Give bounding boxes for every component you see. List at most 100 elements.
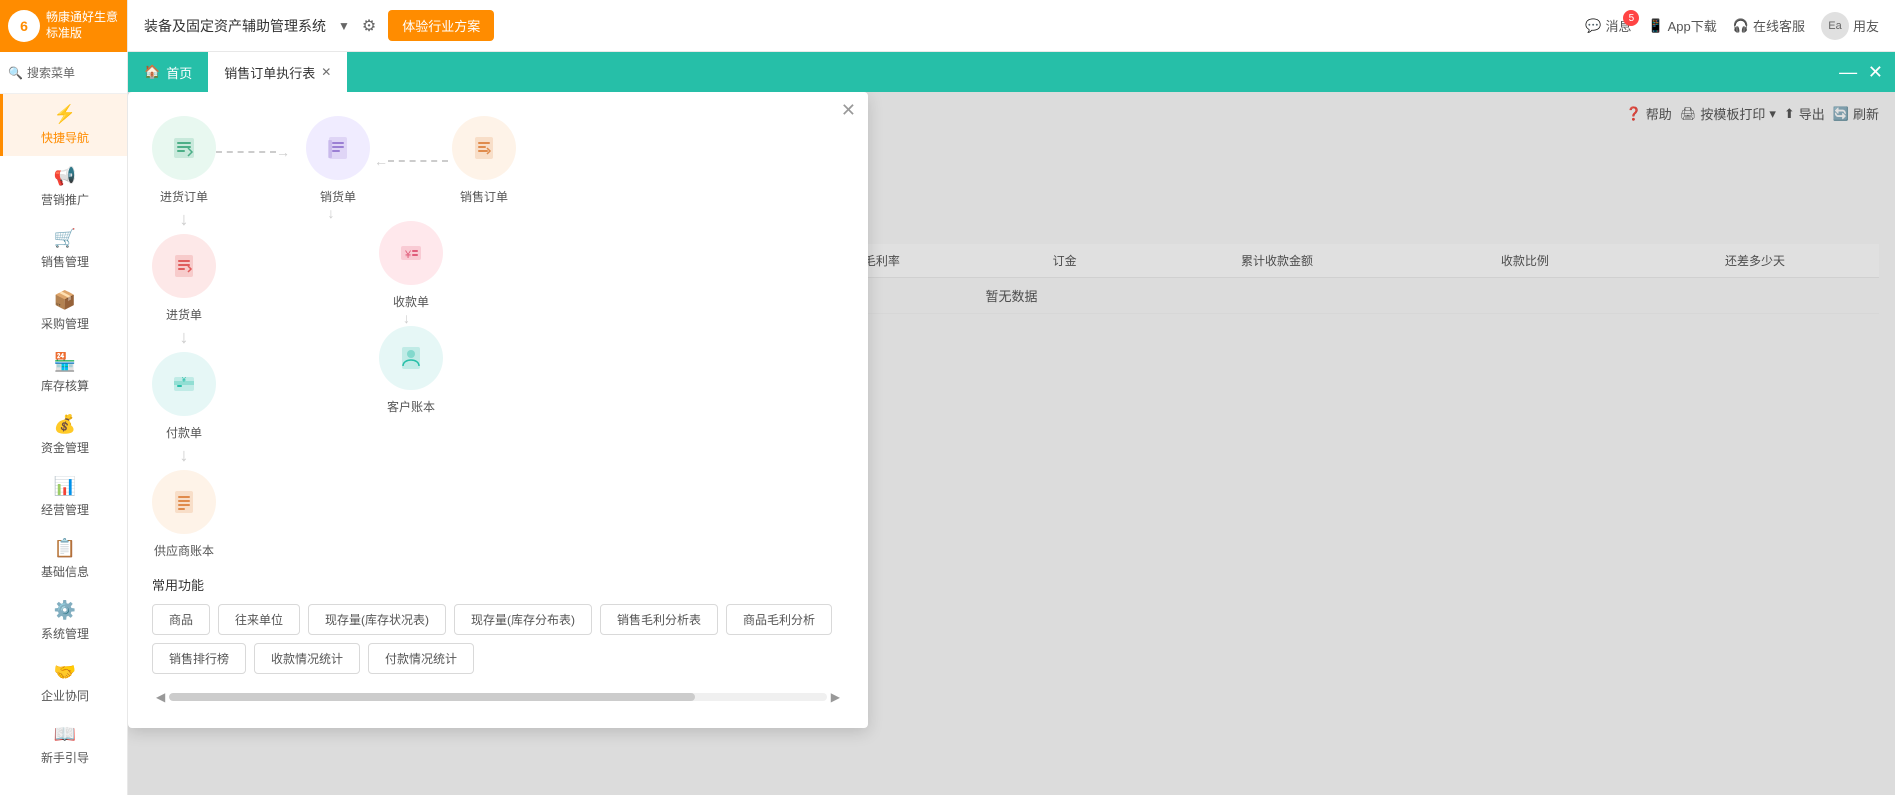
gear-icon[interactable]: ⚙ bbox=[362, 16, 376, 36]
btn-sales-ranking[interactable]: 销售排行榜 bbox=[152, 643, 246, 674]
marketing-icon: 📢 bbox=[54, 166, 76, 187]
content-area: ❓ 帮助 🖨 按模板打印 ▾ ⬆ 导出 🔄 刷新 bbox=[128, 92, 1895, 795]
flow-node-customer-account[interactable]: 客户账本 bbox=[379, 326, 443, 415]
receipt-icon: ¥ bbox=[379, 221, 443, 285]
btn-product[interactable]: 商品 bbox=[152, 604, 210, 635]
system-title: 装备及固定资产辅助管理系统 bbox=[144, 16, 326, 36]
customer-account-icon bbox=[379, 326, 443, 390]
download-icon: 📱 bbox=[1647, 18, 1663, 34]
app-download-button[interactable]: 📱 App下载 bbox=[1647, 16, 1716, 35]
purchase-order-icon bbox=[152, 116, 216, 180]
payment-icon: ¥ bbox=[152, 352, 216, 416]
common-buttons-row-1: 商品 往来单位 现存量(库存状况表) 现存量(库存分布表) 销售毛利分析表 商品… bbox=[152, 604, 844, 635]
window-close-icon[interactable]: ✕ bbox=[1868, 62, 1883, 82]
search-icon: 🔍 bbox=[8, 66, 23, 80]
scroll-track[interactable] bbox=[169, 693, 827, 701]
flow-node-purchase-order[interactable]: 进货订单 bbox=[152, 116, 216, 205]
panel-close-button[interactable]: ✕ bbox=[841, 100, 856, 121]
basic-info-icon: 📋 bbox=[54, 538, 76, 559]
sales-icon: 🛒 bbox=[54, 228, 76, 249]
sidebar-logo[interactable]: 6 畅康通好生意 标准版 bbox=[0, 0, 127, 52]
svg-text:¥: ¥ bbox=[182, 377, 186, 384]
sidebar-item-basic-info[interactable]: 📋 基础信息 bbox=[0, 528, 127, 590]
topbar-right: 💬 消息 5 📱 App下载 🎧 在线客服 Ea 用友 bbox=[1585, 12, 1879, 40]
arrow-down-3: ↓ bbox=[180, 445, 189, 466]
arrow-down-sales-row: ↓ bbox=[290, 205, 532, 221]
flow-node-supplier-account[interactable]: 供应商账本 bbox=[152, 470, 216, 559]
tab-close-icon[interactable]: ✕ bbox=[321, 65, 331, 79]
tab-sales-order[interactable]: 销售订单执行表 ✕ bbox=[208, 52, 347, 92]
purchase-icon: 📦 bbox=[54, 290, 76, 311]
sidebar-nav: ⚡ 快捷导航 📢 营销推广 🛒 销售管理 📦 采购管理 🏪 库存核算 💰 bbox=[0, 94, 127, 795]
flow-node-sales-bill[interactable]: 销货单 bbox=[306, 116, 370, 205]
btn-stock-status[interactable]: 现存量(库存状况表) bbox=[308, 604, 446, 635]
overlay-panel: ✕ 进货订单 ↓ bbox=[128, 92, 1895, 795]
flow-node-sales-order[interactable]: 销售订单 bbox=[452, 116, 516, 205]
tab-home[interactable]: 🏠 首页 bbox=[128, 52, 208, 92]
message-button[interactable]: 💬 消息 5 bbox=[1585, 16, 1631, 35]
sidebar-search[interactable]: 🔍 搜索菜单 bbox=[0, 52, 127, 94]
sidebar-item-inventory[interactable]: 🏪 库存核算 bbox=[0, 342, 127, 404]
home-icon: 🏠 bbox=[144, 64, 160, 80]
flow-node-payment[interactable]: ¥ 付款单 bbox=[152, 352, 216, 441]
btn-stock-dist[interactable]: 现存量(库存分布表) bbox=[454, 604, 592, 635]
main-area: 装备及固定资产辅助管理系统 ▼ ⚙ 体验行业方案 💬 消息 5 📱 App下载 … bbox=[128, 0, 1895, 795]
scroll-right-arrow[interactable]: ▶ bbox=[827, 690, 844, 704]
btn-product-margin[interactable]: 商品毛利分析 bbox=[726, 604, 832, 635]
arrow-down-1: ↓ bbox=[180, 209, 189, 230]
btn-counterparty[interactable]: 往来单位 bbox=[218, 604, 300, 635]
flow-diagram: 进货订单 ↓ 进货单 ↓ bbox=[152, 116, 844, 559]
system-dropdown-arrow[interactable]: ▼ bbox=[338, 19, 350, 33]
inventory-icon: 🏪 bbox=[54, 352, 76, 373]
quick-nav-icon: ⚡ bbox=[54, 104, 76, 125]
sidebar-item-quick-nav[interactable]: ⚡ 快捷导航 bbox=[0, 94, 127, 156]
btn-receipt-stats[interactable]: 收款情况统计 bbox=[254, 643, 360, 674]
experience-button[interactable]: 体验行业方案 bbox=[388, 10, 494, 41]
topbar: 装备及固定资产辅助管理系统 ▼ ⚙ 体验行业方案 💬 消息 5 📱 App下载 … bbox=[128, 0, 1895, 52]
btn-sales-margin[interactable]: 销售毛利分析表 bbox=[600, 604, 718, 635]
tabbar: 🏠 首页 销售订单执行表 ✕ — ✕ bbox=[128, 52, 1895, 92]
sidebar-item-sales[interactable]: 🛒 销售管理 bbox=[0, 218, 127, 280]
flow-col-receipt: ¥ 收款单 ↓ bbox=[379, 221, 443, 415]
scroll-thumb bbox=[169, 693, 695, 701]
scroll-left-arrow[interactable]: ◀ bbox=[152, 690, 169, 704]
sidebar-item-purchase[interactable]: 📦 采购管理 bbox=[0, 280, 127, 342]
service-icon: 🎧 bbox=[1733, 18, 1749, 34]
arrow-down-2: ↓ bbox=[180, 327, 189, 348]
sales-order-icon bbox=[452, 116, 516, 180]
window-minimize-icon[interactable]: — bbox=[1839, 62, 1857, 82]
supplier-account-icon bbox=[152, 470, 216, 534]
avatar: Ea bbox=[1821, 12, 1849, 40]
enterprise-icon: 🤝 bbox=[54, 662, 76, 683]
common-functions-section: 常用功能 商品 往来单位 现存量(库存状况表) 现存量(库存分布表) 销售毛利分… bbox=[152, 575, 844, 674]
sidebar-item-marketing[interactable]: 📢 营销推广 bbox=[0, 156, 127, 218]
online-service-button[interactable]: 🎧 在线客服 bbox=[1733, 16, 1805, 35]
purchase-bill-icon bbox=[152, 234, 216, 298]
common-functions-title: 常用功能 bbox=[152, 575, 844, 594]
sidebar-item-newbie[interactable]: 📖 新手引导 bbox=[0, 714, 127, 776]
flow-col-right: 销货单 ← 销售订单 bbox=[290, 116, 532, 415]
newbie-icon: 📖 bbox=[54, 724, 76, 745]
flow-node-receipt[interactable]: ¥ 收款单 bbox=[379, 221, 443, 310]
sidebar-item-enterprise[interactable]: 🤝 企业协同 bbox=[0, 652, 127, 714]
sidebar-item-operation[interactable]: 📊 经营管理 bbox=[0, 466, 127, 528]
sidebar-item-finance[interactable]: 💰 资金管理 bbox=[0, 404, 127, 466]
svg-text:¥: ¥ bbox=[404, 249, 412, 261]
logo-text: 畅康通好生意 标准版 bbox=[46, 10, 118, 41]
operation-icon: 📊 bbox=[54, 476, 76, 497]
quick-nav-panel: ✕ 进货订单 ↓ bbox=[128, 92, 868, 728]
sidebar-item-system[interactable]: ⚙️ 系统管理 bbox=[0, 590, 127, 652]
flow-top-row: 销货单 ← 销售订单 bbox=[306, 116, 516, 205]
arrow-col-1: → bbox=[216, 116, 290, 160]
flow-node-purchase-bill[interactable]: 进货单 bbox=[152, 234, 216, 323]
search-menu-button[interactable]: 🔍 搜索菜单 bbox=[8, 60, 119, 85]
system-icon: ⚙️ bbox=[54, 600, 76, 621]
btn-payment-stats[interactable]: 付款情况统计 bbox=[368, 643, 474, 674]
logo-icon: 6 bbox=[8, 10, 40, 42]
sales-bill-icon bbox=[306, 116, 370, 180]
finance-icon: 💰 bbox=[54, 414, 76, 435]
message-badge: 5 bbox=[1623, 10, 1639, 26]
common-buttons-row-2: 销售排行榜 收款情况统计 付款情况统计 bbox=[152, 643, 844, 674]
user-menu[interactable]: Ea 用友 bbox=[1821, 12, 1879, 40]
scroll-hint: ◀ ▶ bbox=[152, 690, 844, 704]
